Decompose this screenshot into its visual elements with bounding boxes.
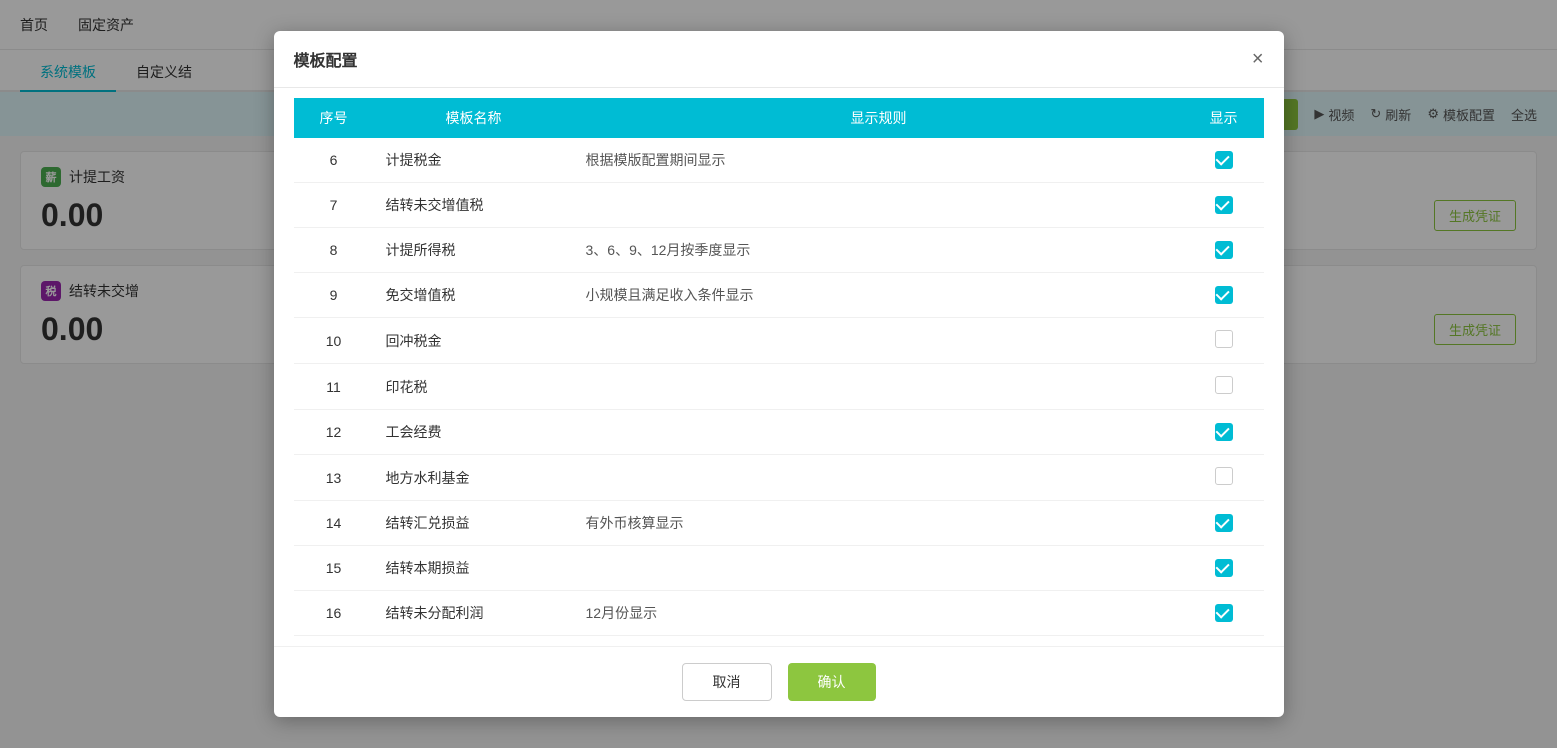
row-no: 13 [294,455,374,501]
cancel-button[interactable]: 取消 [682,663,772,701]
row-name: 结转未分配利润 [374,591,574,636]
row-rule [574,546,1184,591]
row-rule [574,318,1184,364]
row-checkbox[interactable] [1215,286,1233,304]
row-checkbox-cell [1184,273,1264,318]
row-rule [574,410,1184,455]
row-checkbox-cell [1184,364,1264,410]
table-row: 11印花税 [294,364,1264,410]
row-no: 12 [294,410,374,455]
row-name: 回冲税金 [374,318,574,364]
row-rule: 12月份显示 [574,591,1184,636]
modal-title: 模板配置 [294,47,358,71]
row-no: 10 [294,318,374,364]
row-checkbox[interactable] [1215,604,1233,622]
table-row: 12工会经费 [294,410,1264,455]
row-checkbox-cell [1184,228,1264,273]
row-checkbox-cell [1184,410,1264,455]
modal-overlay: 模板配置 × 序号 模板名称 显示规则 显示 6计提税金根据模版配置期间显示7结… [0,0,1557,748]
modal-body: 序号 模板名称 显示规则 显示 6计提税金根据模版配置期间显示7结转未交增值税8… [274,88,1284,646]
row-name: 结转未交增值税 [374,183,574,228]
row-checkbox[interactable] [1215,241,1233,259]
row-no: 8 [294,228,374,273]
row-name: 结转汇兑损益 [374,501,574,546]
row-checkbox-cell [1184,318,1264,364]
row-checkbox[interactable] [1215,423,1233,441]
row-checkbox[interactable] [1215,151,1233,169]
table-row: 16结转未分配利润12月份显示 [294,591,1264,636]
row-checkbox[interactable] [1215,467,1233,485]
row-name: 计提所得税 [374,228,574,273]
row-name: 印花税 [374,364,574,410]
row-rule: 有外币核算显示 [574,501,1184,546]
row-rule [574,455,1184,501]
row-checkbox-cell [1184,546,1264,591]
table-row: 7结转未交增值税 [294,183,1264,228]
modal-header: 模板配置 × [274,31,1284,88]
row-checkbox[interactable] [1215,376,1233,394]
template-config-modal: 模板配置 × 序号 模板名称 显示规则 显示 6计提税金根据模版配置期间显示7结… [274,31,1284,717]
row-rule: 根据模版配置期间显示 [574,138,1184,183]
col-header-name: 模板名称 [374,98,574,138]
config-table: 序号 模板名称 显示规则 显示 6计提税金根据模版配置期间显示7结转未交增值税8… [294,98,1264,636]
table-row: 9免交增值税小规模且满足收入条件显示 [294,273,1264,318]
row-no: 14 [294,501,374,546]
table-row: 8计提所得税3、6、9、12月按季度显示 [294,228,1264,273]
row-name: 免交增值税 [374,273,574,318]
row-no: 16 [294,591,374,636]
table-body: 6计提税金根据模版配置期间显示7结转未交增值税8计提所得税3、6、9、12月按季… [294,138,1264,636]
table-header: 序号 模板名称 显示规则 显示 [294,98,1264,138]
row-rule: 小规模且满足收入条件显示 [574,273,1184,318]
table-row: 10回冲税金 [294,318,1264,364]
row-name: 计提税金 [374,138,574,183]
col-header-display: 显示 [1184,98,1264,138]
row-name: 结转本期损益 [374,546,574,591]
col-header-rule: 显示规则 [574,98,1184,138]
col-header-no: 序号 [294,98,374,138]
confirm-button[interactable]: 确认 [788,663,876,701]
row-no: 6 [294,138,374,183]
row-rule [574,183,1184,228]
row-checkbox[interactable] [1215,196,1233,214]
row-checkbox-cell [1184,138,1264,183]
modal-close-button[interactable]: × [1252,49,1264,69]
row-checkbox[interactable] [1215,559,1233,577]
row-checkbox-cell [1184,455,1264,501]
row-rule [574,364,1184,410]
table-row: 6计提税金根据模版配置期间显示 [294,138,1264,183]
row-checkbox[interactable] [1215,514,1233,532]
row-checkbox-cell [1184,183,1264,228]
row-checkbox-cell [1184,591,1264,636]
row-name: 地方水利基金 [374,455,574,501]
row-no: 11 [294,364,374,410]
modal-footer: 取消 确认 [274,646,1284,717]
row-name: 工会经费 [374,410,574,455]
row-no: 9 [294,273,374,318]
row-no: 7 [294,183,374,228]
row-checkbox-cell [1184,501,1264,546]
table-row: 14结转汇兑损益有外币核算显示 [294,501,1264,546]
row-checkbox[interactable] [1215,330,1233,348]
row-rule: 3、6、9、12月按季度显示 [574,228,1184,273]
table-row: 13地方水利基金 [294,455,1264,501]
row-no: 15 [294,546,374,591]
table-row: 15结转本期损益 [294,546,1264,591]
